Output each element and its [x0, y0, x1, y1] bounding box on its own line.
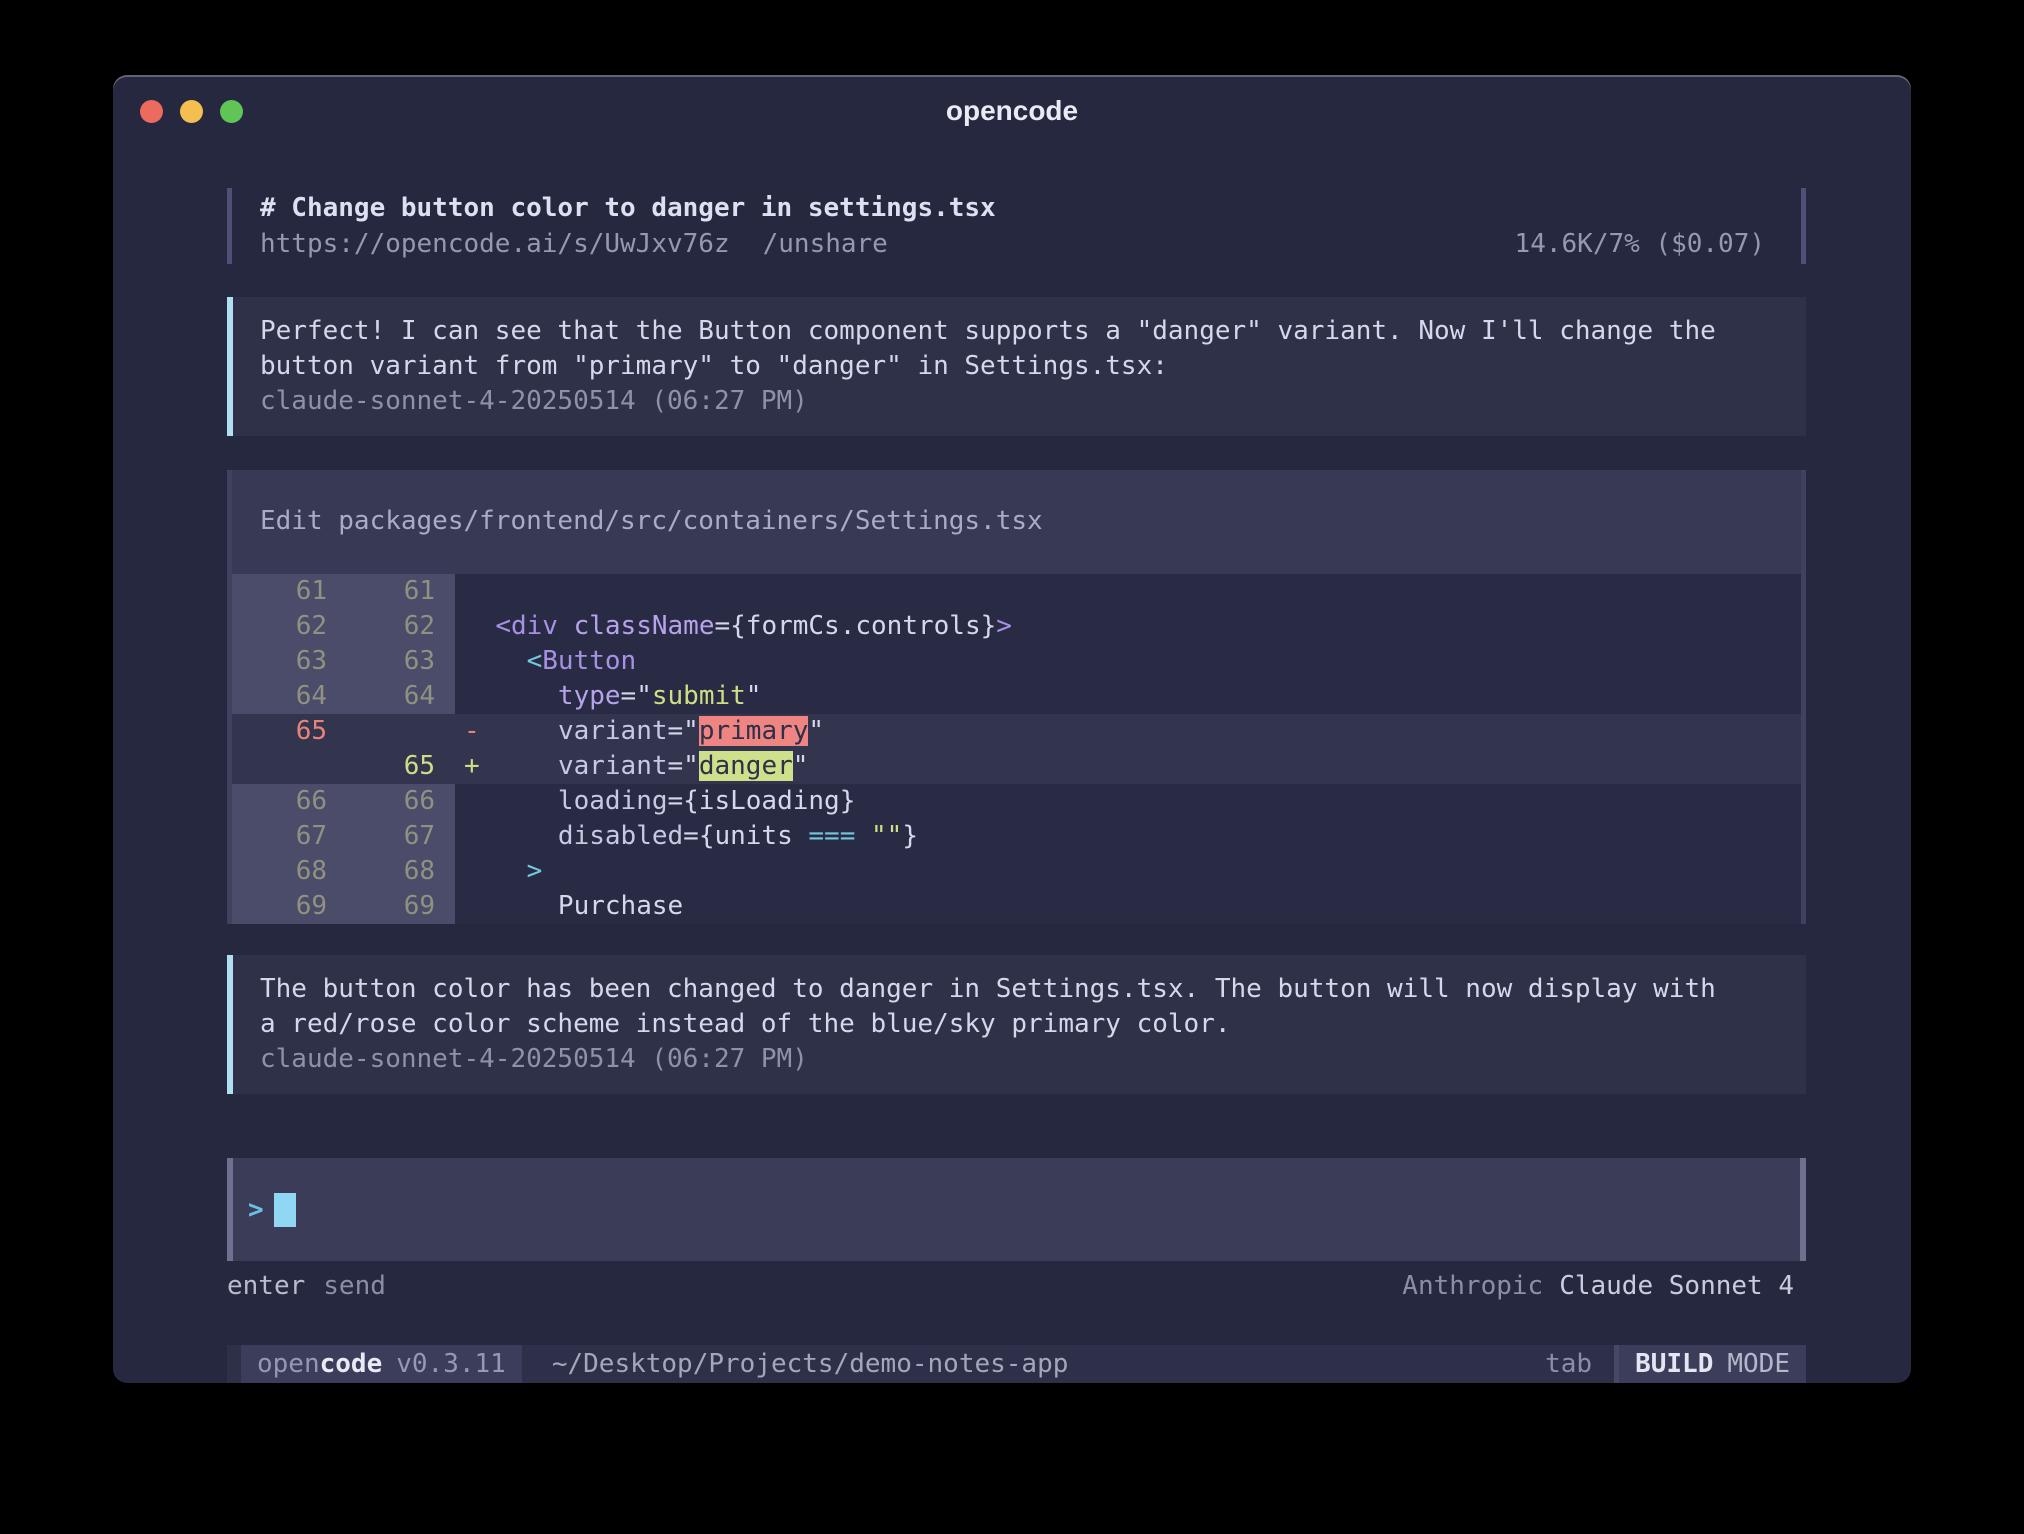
- new-line-number: 69: [345, 889, 455, 924]
- message-line: Perfect! I can see that the Button compo…: [260, 314, 1782, 349]
- diff-code-line: disabled={units === ""}: [455, 819, 1801, 854]
- app-name-code: code: [320, 1349, 383, 1379]
- enter-key-hint: enter: [227, 1271, 305, 1301]
- provider-name: Anthropic: [1402, 1271, 1543, 1301]
- footer-hints: enter send Anthropic Claude Sonnet 4: [227, 1269, 1806, 1304]
- message-meta: claude-sonnet-4-20250514 (06:27 PM): [260, 1042, 1782, 1077]
- diff-row: 6868 >: [232, 854, 1801, 889]
- working-directory: ~/Desktop/Projects/demo-notes-app: [552, 1345, 1069, 1383]
- diff-row: 65 - variant="primary": [232, 714, 1801, 749]
- prompt-symbol: >: [248, 1195, 264, 1225]
- new-line-number: 61: [345, 574, 455, 609]
- old-line-number: 68: [232, 854, 345, 889]
- edit-tool-block: Edit packages/frontend/src/containers/Se…: [227, 470, 1806, 924]
- new-line-number: 63: [345, 644, 455, 679]
- new-line-number: 62: [345, 609, 455, 644]
- session-header-left: # Change button color to danger in setti…: [232, 190, 996, 262]
- diff-row: 6161: [232, 574, 1801, 609]
- old-line-number: 61: [232, 574, 345, 609]
- mode-label-rest: MODE: [1727, 1349, 1790, 1379]
- tab-key-hint: tab: [1545, 1345, 1592, 1383]
- old-line-number: 69: [232, 889, 345, 924]
- assistant-message: Perfect! I can see that the Button compo…: [227, 297, 1806, 436]
- new-line-number: [345, 714, 455, 749]
- window-title: opencode: [113, 95, 1911, 127]
- diff-code-line: [455, 574, 1801, 609]
- traffic-lights: [140, 75, 243, 147]
- edit-tool-title: Edit packages/frontend/src/containers/Se…: [232, 470, 1801, 574]
- diff-row: 6666 loading={isLoading}: [232, 784, 1801, 819]
- mode-label-bold: BUILD: [1635, 1349, 1713, 1379]
- diff-code-line: <div className={formCs.controls}>: [455, 609, 1801, 644]
- model-indicator: Anthropic Claude Sonnet 4: [1402, 1269, 1794, 1304]
- session-subtitle: https://opencode.ai/s/UwJxv76z/unshare: [260, 226, 996, 262]
- message-line: The button color has been changed to dan…: [260, 972, 1782, 1007]
- app-version: v0.3.11: [396, 1349, 506, 1379]
- diff-code-line: Purchase: [455, 889, 1801, 924]
- message-lines: Perfect! I can see that the Button compo…: [260, 314, 1782, 384]
- app-version-badge: opencode v0.3.11: [241, 1345, 522, 1383]
- diff-row: 6969 Purchase: [232, 889, 1801, 924]
- new-line-number: 65: [345, 749, 455, 784]
- share-url[interactable]: https://opencode.ai/s/UwJxv76z: [260, 229, 730, 259]
- prompt-input[interactable]: >: [227, 1158, 1806, 1261]
- text-cursor: [274, 1193, 296, 1227]
- desktop: opencode # Change button color to danger…: [0, 0, 2024, 1534]
- old-line-number: 62: [232, 609, 345, 644]
- old-line-number: 65: [232, 714, 345, 749]
- diff-row: 6464 type="submit": [232, 679, 1801, 714]
- close-window-button[interactable]: [140, 100, 163, 123]
- status-bar: opencode v0.3.11 ~/Desktop/Projects/demo-…: [227, 1345, 1806, 1383]
- model-name: Claude Sonnet 4: [1559, 1271, 1794, 1301]
- status-bar-right: tab BUILD MODE: [1545, 1345, 1806, 1383]
- old-line-number: 66: [232, 784, 345, 819]
- old-line-number: 64: [232, 679, 345, 714]
- session-header: # Change button color to danger in setti…: [227, 188, 1806, 264]
- send-hint: enter send: [227, 1269, 386, 1304]
- diff-code-line: <Button: [455, 644, 1801, 679]
- minimize-window-button[interactable]: [180, 100, 203, 123]
- status-bar-left: opencode v0.3.11 ~/Desktop/Projects/demo-…: [227, 1345, 1068, 1383]
- send-action-label: send: [323, 1271, 386, 1301]
- new-line-number: 66: [345, 784, 455, 819]
- assistant-message: The button color has been changed to dan…: [227, 955, 1806, 1094]
- diff-row: 6767 disabled={units === ""}: [232, 819, 1801, 854]
- context-usage: 14.6K/7% ($0.07): [1515, 226, 1801, 262]
- diff-code-line: loading={isLoading}: [455, 784, 1801, 819]
- app-name-open: open: [257, 1349, 320, 1379]
- message-lines: The button color has been changed to dan…: [260, 972, 1782, 1042]
- titlebar: opencode: [113, 75, 1911, 147]
- old-line-number: 63: [232, 644, 345, 679]
- old-line-number: [232, 749, 345, 784]
- zoom-window-button[interactable]: [220, 100, 243, 123]
- diff-code-line: + variant="danger": [455, 749, 1801, 784]
- diff-row: 65+ variant="danger": [232, 749, 1801, 784]
- message-line: button variant from "primary" to "danger…: [260, 349, 1782, 384]
- unshare-command[interactable]: /unshare: [763, 229, 888, 259]
- diff-code-line: >: [455, 854, 1801, 889]
- opencode-window: opencode # Change button color to danger…: [113, 75, 1911, 1383]
- mode-toggle[interactable]: BUILD MODE: [1619, 1345, 1806, 1383]
- new-line-number: 67: [345, 819, 455, 854]
- diff-row: 6363 <Button: [232, 644, 1801, 679]
- diff-code-line: - variant="primary": [455, 714, 1801, 749]
- old-line-number: 67: [232, 819, 345, 854]
- diff-row: 6262 <div className={formCs.controls}>: [232, 609, 1801, 644]
- new-line-number: 64: [345, 679, 455, 714]
- message-line: a red/rose color scheme instead of the b…: [260, 1007, 1782, 1042]
- session-title: # Change button color to danger in setti…: [260, 190, 996, 226]
- session-content: # Change button color to danger in setti…: [113, 147, 1911, 1383]
- diff-code-line: type="submit": [455, 679, 1801, 714]
- new-line-number: 68: [345, 854, 455, 889]
- diff-rows: 61616262 <div className={formCs.controls…: [232, 574, 1801, 924]
- message-meta: claude-sonnet-4-20250514 (06:27 PM): [260, 384, 1782, 419]
